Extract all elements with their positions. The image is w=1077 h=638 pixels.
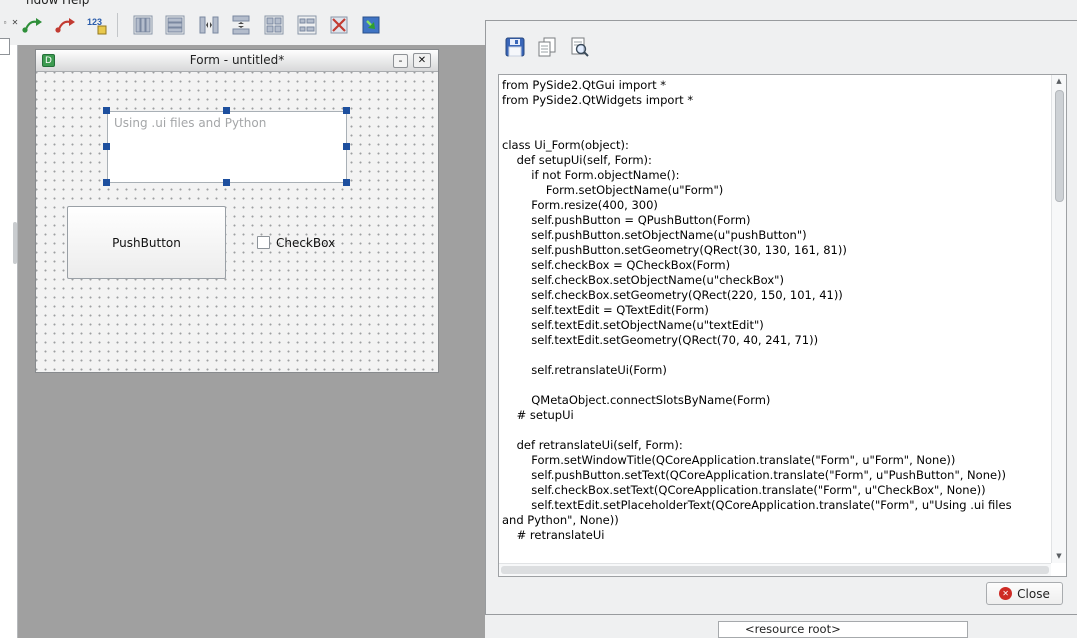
main-toolbar: ▫ ✕ 123: [0, 10, 485, 45]
save-icon: [504, 36, 526, 58]
layout-form-button[interactable]: [294, 12, 320, 38]
resource-browser: <resource root>: [485, 615, 1077, 638]
layout-horizontal-button[interactable]: [130, 12, 156, 38]
find-icon: [568, 36, 590, 58]
selection-handle-middle-left[interactable]: [103, 143, 110, 150]
layout-form-icon: [296, 14, 318, 36]
vertical-scrollbar[interactable]: ▲ ▼: [1051, 75, 1066, 563]
selection-handle-top-left[interactable]: [103, 107, 110, 114]
menu-window[interactable]: ndow: [26, 0, 58, 7]
dialog-close-button[interactable]: ✕ Close: [986, 582, 1063, 605]
menu-help[interactable]: Help: [62, 0, 89, 7]
code-preview-dialog: from PySide2.QtGui import * from PySide2…: [485, 20, 1077, 615]
edit-signals-slots-button[interactable]: [19, 12, 45, 38]
checkbox-widget[interactable]: CheckBox: [257, 235, 335, 250]
widget-box-panel: [0, 45, 18, 638]
selection-handle-top-right[interactable]: [343, 107, 350, 114]
layout-horizontal-splitter-icon: [198, 14, 220, 36]
layout-vertical-splitter-button[interactable]: [228, 12, 254, 38]
form-window-titlebar[interactable]: D Form - untitled* - ✕: [36, 50, 438, 72]
form-canvas[interactable]: Using .ui files and Python PushButton Ch…: [36, 72, 438, 372]
break-layout-button[interactable]: [326, 12, 352, 38]
textedit-widget[interactable]: Using .ui files and Python: [107, 111, 347, 183]
textedit-placeholder: Using .ui files and Python: [114, 116, 266, 130]
layout-horizontal-icon: [132, 14, 154, 36]
edit-tab-order-button[interactable]: 123: [84, 12, 110, 38]
horizontal-scrollbar[interactable]: [499, 563, 1051, 576]
scroll-up-arrow-icon[interactable]: ▲: [1052, 75, 1066, 88]
adjust-size-icon: [360, 14, 382, 36]
checkbox-label: CheckBox: [276, 236, 335, 250]
pushbutton-widget[interactable]: PushButton: [67, 206, 226, 279]
find-button[interactable]: [566, 35, 592, 61]
layout-vertical-icon: [164, 14, 186, 36]
form-minimize-button[interactable]: -: [393, 54, 408, 68]
layout-grid-icon: [263, 14, 285, 36]
code-view[interactable]: from PySide2.QtGui import * from PySide2…: [498, 74, 1067, 577]
form-window[interactable]: D Form - untitled* - ✕ Using .ui files a…: [35, 49, 439, 373]
edit-signals-slots-icon: [21, 14, 43, 36]
horizontal-scrollbar-thumb[interactable]: [501, 566, 1049, 574]
close-circle-icon: ✕: [999, 587, 1012, 600]
copy-icon: [536, 36, 558, 58]
resource-root-item[interactable]: <resource root>: [718, 621, 968, 638]
edit-tab-order-icon: 123: [86, 14, 108, 36]
toolbar-separator: [117, 13, 118, 37]
edit-buddies-icon: [54, 14, 76, 36]
selection-handle-middle-right[interactable]: [343, 143, 350, 150]
selection-handle-bottom-left[interactable]: [103, 179, 110, 186]
qt-designer-screen: ndow Help ▫ ✕ 123: [0, 0, 1077, 638]
layout-vertical-splitter-icon: [230, 14, 252, 36]
code-text[interactable]: from PySide2.QtGui import * from PySide2…: [502, 78, 1048, 560]
scroll-down-arrow-icon[interactable]: ▼: [1052, 550, 1066, 563]
widget-box-scrollbar[interactable]: [13, 222, 17, 264]
layout-grid-button[interactable]: [261, 12, 287, 38]
layout-horizontal-splitter-button[interactable]: [196, 12, 222, 38]
checkbox-indicator[interactable]: [257, 236, 270, 249]
vertical-scrollbar-thumb[interactable]: [1055, 90, 1064, 202]
layout-vertical-button[interactable]: [162, 12, 188, 38]
form-close-button[interactable]: ✕: [413, 53, 431, 68]
selection-handle-top-middle[interactable]: [223, 107, 230, 114]
form-window-title: Form - untitled*: [36, 53, 438, 67]
dock-float-icon[interactable]: ▫: [0, 17, 10, 27]
adjust-size-button[interactable]: [358, 12, 384, 38]
selection-handle-bottom-right[interactable]: [343, 179, 350, 186]
close-button-label: Close: [1017, 587, 1050, 601]
edit-buddies-button[interactable]: [52, 12, 78, 38]
copy-button[interactable]: [534, 35, 560, 61]
selection-handle-bottom-middle[interactable]: [223, 179, 230, 186]
save-button[interactable]: [502, 35, 528, 61]
widget-filter-input[interactable]: [0, 38, 10, 55]
break-layout-icon: [328, 14, 350, 36]
